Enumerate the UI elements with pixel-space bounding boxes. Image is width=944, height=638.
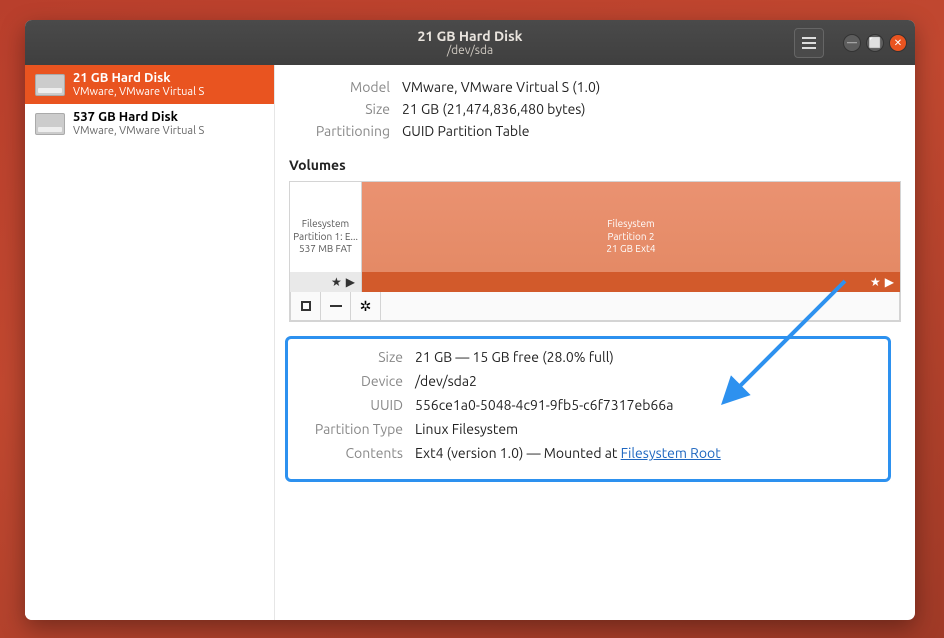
minimize-button[interactable]: — (843, 34, 861, 52)
disk-sidebar: 21 GB Hard Disk VMware, VMware Virtual S… (25, 65, 275, 620)
volumes-area: Filesystem Partition 1: E... 537 MB FAT … (289, 181, 901, 322)
hamburger-icon (802, 42, 816, 44)
play-icon: ▶ (346, 275, 355, 289)
volume-toolbar: ✲ (290, 292, 900, 321)
disk-model: VMware, VMware Virtual S (73, 125, 204, 137)
stop-button[interactable] (291, 292, 321, 320)
gear-icon: ✲ (360, 298, 372, 315)
partition-sub2: 21 GB Ext4 (606, 243, 655, 256)
main-pane: Model VMware, VMware Virtual S (1.0) Siz… (275, 65, 915, 620)
sidebar-item-disk-21gb[interactable]: 21 GB Hard Disk VMware, VMware Virtual S (25, 65, 274, 104)
size-label: Size (275, 101, 390, 117)
minimize-icon: — (847, 37, 857, 48)
volumes-heading: Volumes (289, 157, 901, 173)
partition-sub1: Partition 2 (607, 231, 654, 244)
partitioning-value: GUID Partition Table (402, 123, 901, 139)
stop-icon (301, 301, 311, 311)
detail-device-label: Device (288, 373, 403, 389)
detail-contents-label: Contents (288, 445, 403, 461)
disks-window: 21 GB Hard Disk /dev/sda — ⬜ ✕ 21 GB Har… (25, 20, 915, 620)
detail-size-label: Size (288, 349, 403, 365)
maximize-icon: ⬜ (869, 37, 881, 49)
minus-icon (330, 305, 342, 307)
star-icon: ★ (870, 275, 881, 289)
partition-sub1: Partition 1: E... (293, 231, 358, 244)
details-highlight: Size 21 GB — 15 GB free (28.0% full) Dev… (285, 336, 891, 482)
window-subtitle: /dev/sda (417, 44, 522, 57)
disk-name: 537 GB Hard Disk (73, 110, 204, 125)
window-title: 21 GB Hard Disk (417, 28, 522, 44)
hard-disk-icon (35, 113, 65, 135)
detail-contents-value: Ext4 (version 1.0) — Mounted at Filesyst… (415, 445, 882, 461)
star-icon: ★ (331, 275, 342, 289)
partition-1[interactable]: Filesystem Partition 1: E... 537 MB FAT … (290, 182, 362, 292)
contents-text: Ext4 (version 1.0) — Mounted at (415, 445, 621, 461)
settings-button[interactable]: ✲ (351, 292, 381, 320)
hard-disk-icon (35, 74, 65, 96)
model-label: Model (275, 79, 390, 95)
disk-model: VMware, VMware Virtual S (73, 86, 204, 98)
menu-button[interactable] (794, 28, 824, 58)
maximize-button[interactable]: ⬜ (866, 34, 884, 52)
detail-ptype-value: Linux Filesystem (415, 421, 882, 437)
partition-title: Filesystem (302, 218, 349, 231)
detail-device-value: /dev/sda2 (415, 373, 882, 389)
partition-title: Filesystem (607, 218, 654, 231)
sidebar-item-disk-537gb[interactable]: 537 GB Hard Disk VMware, VMware Virtual … (25, 104, 274, 143)
partition-2[interactable]: Filesystem Partition 2 21 GB Ext4 ★ ▶ (362, 182, 900, 292)
detail-uuid-label: UUID (288, 397, 403, 413)
detail-uuid-value: 556ce1a0-5048-4c91-9fb5-c6f7317eb66a (415, 397, 882, 413)
close-icon: ✕ (894, 37, 902, 49)
filesystem-root-link[interactable]: Filesystem Root (621, 445, 721, 461)
partitioning-label: Partitioning (275, 123, 390, 139)
remove-button[interactable] (321, 292, 351, 320)
partition-sub2: 537 MB FAT (299, 243, 352, 256)
detail-ptype-label: Partition Type (288, 421, 403, 437)
detail-size-value: 21 GB — 15 GB free (28.0% full) (415, 349, 882, 365)
model-value: VMware, VMware Virtual S (1.0) (402, 79, 901, 95)
close-button[interactable]: ✕ (889, 34, 907, 52)
disk-name: 21 GB Hard Disk (73, 71, 204, 86)
size-value: 21 GB (21,474,836,480 bytes) (402, 101, 901, 117)
play-icon: ▶ (885, 275, 894, 289)
titlebar: 21 GB Hard Disk /dev/sda — ⬜ ✕ (25, 20, 915, 65)
